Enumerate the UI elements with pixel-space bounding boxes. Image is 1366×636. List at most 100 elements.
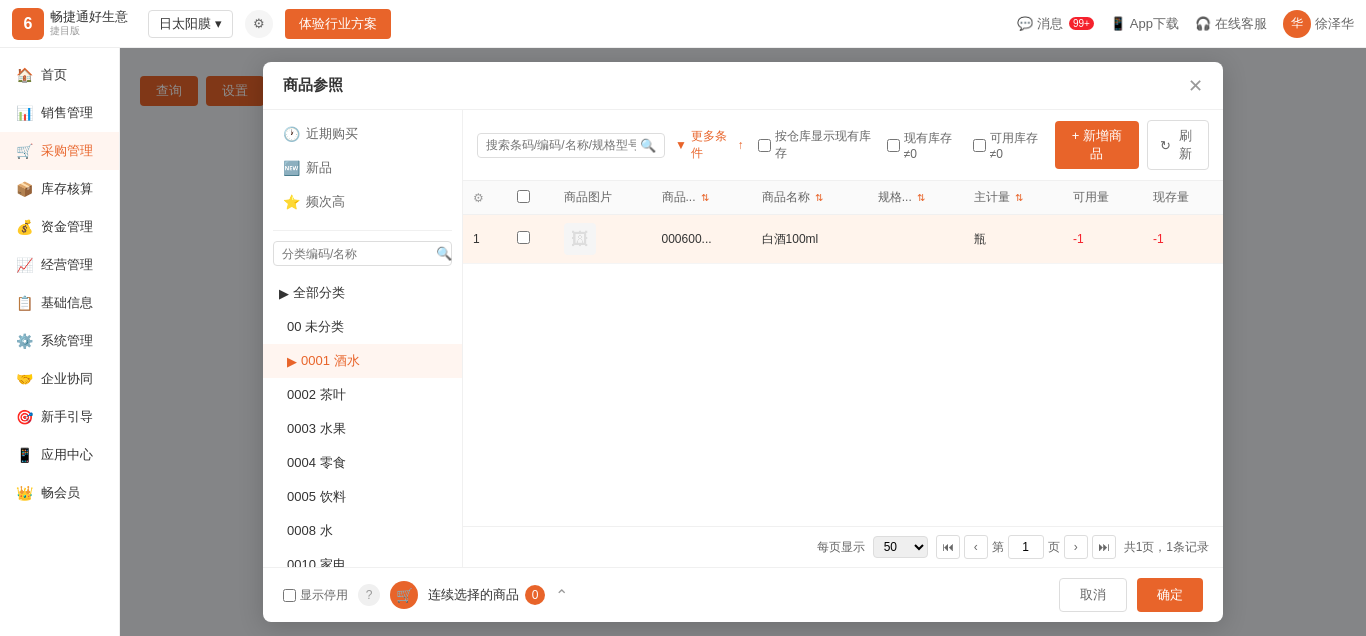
cb-warehouse[interactable]: 按仓库显示现有库存	[758, 128, 873, 162]
cb-available[interactable]: 可用库存≠0	[973, 130, 1045, 161]
avatar: 华	[1283, 10, 1311, 38]
toolbar-right: + 新增商品 ↻ 刷新	[1055, 120, 1209, 170]
store-selector[interactable]: 日太阳膜 ▾	[148, 10, 233, 38]
category-item-water[interactable]: 0008 水	[263, 514, 462, 548]
sidebar-item-collab[interactable]: 🤝 企业协同	[0, 360, 119, 398]
category-item-drink[interactable]: 0005 饮料	[263, 480, 462, 514]
confirm-button[interactable]: 确定	[1137, 578, 1203, 612]
top-nav: 6 畅捷通好生意 捷目版 日太阳膜 ▾ ⚙ 体验行业方案 💬 消息 99+ 📱 …	[0, 0, 1366, 48]
gear-button[interactable]: ⚙	[245, 10, 273, 38]
col-code[interactable]: 商品... ⇅	[652, 181, 752, 215]
purchase-icon: 🛒	[16, 143, 33, 159]
sidebar-item-sales[interactable]: 📊 销售管理	[0, 94, 119, 132]
col-unit[interactable]: 主计量 ⇅	[964, 181, 1063, 215]
add-product-button[interactable]: + 新增商品	[1055, 121, 1139, 169]
sidebar-item-guide[interactable]: 🎯 新手引导	[0, 398, 119, 436]
product-search-input[interactable]	[486, 138, 636, 152]
recent-icon: 🕐	[283, 126, 300, 142]
col-settings[interactable]: ⚙	[463, 181, 507, 215]
online-service-label: 在线客服	[1215, 15, 1267, 33]
select-all-checkbox[interactable]	[517, 190, 530, 203]
cancel-button[interactable]: 取消	[1059, 578, 1127, 612]
divider	[273, 230, 452, 231]
col-image: 商品图片	[554, 181, 651, 215]
page-nav: ⏮ ‹ 第 页 › ⏭	[936, 535, 1116, 559]
category-item-all[interactable]: ▶ 全部分类	[263, 276, 462, 310]
category-item-fruit[interactable]: 0003 水果	[263, 412, 462, 446]
member-icon: 👑	[16, 485, 33, 501]
show-disabled-checkbox[interactable]	[283, 589, 296, 602]
category-item-liquor[interactable]: ▶ 0001 酒水	[263, 344, 462, 378]
app-download-item[interactable]: 📱 App下载	[1110, 15, 1179, 33]
collapse-arrow-button[interactable]: ⌃	[555, 586, 568, 605]
show-disabled-label[interactable]: 显示停用	[283, 587, 348, 604]
sidebar-item-apps[interactable]: 📱 应用中心	[0, 436, 119, 474]
category-label: 00 未分类	[287, 318, 344, 336]
tab-label: 近期购买	[306, 125, 358, 143]
row-code: 000600...	[652, 215, 752, 264]
row-num: 1	[463, 215, 507, 264]
help-icon[interactable]: ?	[358, 584, 380, 606]
sidebar-item-label: 经营管理	[41, 256, 93, 274]
row-current: -1	[1143, 215, 1223, 264]
tab-new-product[interactable]: 🆕 新品	[273, 152, 452, 184]
first-page-button[interactable]: ⏮	[936, 535, 960, 559]
prev-page-button[interactable]: ‹	[964, 535, 988, 559]
modal-backdrop: 商品参照 ✕ 🕐 近期购买 🆕	[120, 48, 1366, 636]
cb-warehouse-input[interactable]	[758, 139, 771, 152]
messages-label: 消息	[1037, 15, 1063, 33]
row-select-checkbox[interactable]	[517, 231, 530, 244]
headset-icon: 🎧	[1195, 16, 1211, 31]
category-label: 0003 水果	[287, 420, 346, 438]
pagination-bar: 每页显示 50 100 200 ⏮ ‹ 第 页	[463, 526, 1223, 567]
sidebar-item-label: 资金管理	[41, 218, 93, 236]
sidebar-item-system[interactable]: ⚙️ 系统管理	[0, 322, 119, 360]
col-name[interactable]: 商品名称 ⇅	[752, 181, 868, 215]
user-item[interactable]: 华 徐泽华	[1283, 10, 1354, 38]
messages-item[interactable]: 💬 消息 99+	[1017, 15, 1094, 33]
category-item-unclassified[interactable]: 00 未分类	[263, 310, 462, 344]
col-current: 现存量	[1143, 181, 1223, 215]
operation-icon: 📈	[16, 257, 33, 273]
filter-button[interactable]: ▼ 更多条件 ↑	[675, 128, 744, 162]
tab-high-frequency[interactable]: ⭐ 频次高	[273, 186, 452, 218]
category-item-electronics[interactable]: 0010 家电	[263, 548, 462, 567]
dialog-close-button[interactable]: ✕	[1188, 77, 1203, 95]
last-page-button[interactable]: ⏭	[1092, 535, 1116, 559]
category-item-snack[interactable]: 0004 零食	[263, 446, 462, 480]
tab-recent-purchase[interactable]: 🕐 近期购买	[273, 118, 452, 150]
category-list: ▶ 全部分类 00 未分类 ▶ 0001 酒水 0002 茶	[263, 272, 462, 567]
row-unit: 瓶	[964, 215, 1063, 264]
sidebar-item-finance[interactable]: 💰 资金管理	[0, 208, 119, 246]
sidebar-item-home[interactable]: 🏠 首页	[0, 56, 119, 94]
category-search-box[interactable]: 🔍	[273, 241, 452, 266]
category-label: 0001 酒水	[301, 352, 360, 370]
sidebar-item-member[interactable]: 👑 畅会员	[0, 474, 119, 512]
cart-button[interactable]: 🛒	[390, 581, 418, 609]
product-search-wrap[interactable]: 🔍	[477, 133, 665, 158]
sidebar-item-basic[interactable]: 📋 基础信息	[0, 284, 119, 322]
row-checkbox[interactable]	[507, 215, 554, 264]
refresh-button[interactable]: ↻ 刷新	[1147, 120, 1209, 170]
sidebar-item-purchase[interactable]: 🛒 采购管理	[0, 132, 119, 170]
show-disabled-text: 显示停用	[300, 587, 348, 604]
category-label: 0002 茶叶	[287, 386, 346, 404]
table-row[interactable]: 1 🖼 000600... 白酒100ml 瓶	[463, 215, 1223, 264]
logo-text: 畅捷通好生意	[50, 9, 128, 25]
next-page-button[interactable]: ›	[1064, 535, 1088, 559]
per-page-select[interactable]: 50 100 200	[873, 536, 928, 558]
col-spec[interactable]: 规格... ⇅	[868, 181, 964, 215]
nav-right: 💬 消息 99+ 📱 App下载 🎧 在线客服 华 徐泽华	[1017, 10, 1354, 38]
cb-existing-input[interactable]	[887, 139, 900, 152]
cb-existing[interactable]: 现有库存≠0	[887, 130, 959, 161]
cb-available-input[interactable]	[973, 139, 986, 152]
sidebar-item-operation[interactable]: 📈 经营管理	[0, 246, 119, 284]
col-checkbox[interactable]	[507, 181, 554, 215]
trial-button[interactable]: 体验行业方案	[285, 9, 391, 39]
category-item-tea[interactable]: 0002 茶叶	[263, 378, 462, 412]
category-search-input[interactable]	[282, 247, 432, 261]
sidebar-item-inventory[interactable]: 📦 库存核算	[0, 170, 119, 208]
product-table: ⚙ 商品图片 商品... ⇅ 商品名称 ⇅ 规格... ⇅ 主计量 ⇅ 可用量	[463, 181, 1223, 264]
page-number-input[interactable]	[1008, 535, 1044, 559]
online-service-item[interactable]: 🎧 在线客服	[1195, 15, 1267, 33]
